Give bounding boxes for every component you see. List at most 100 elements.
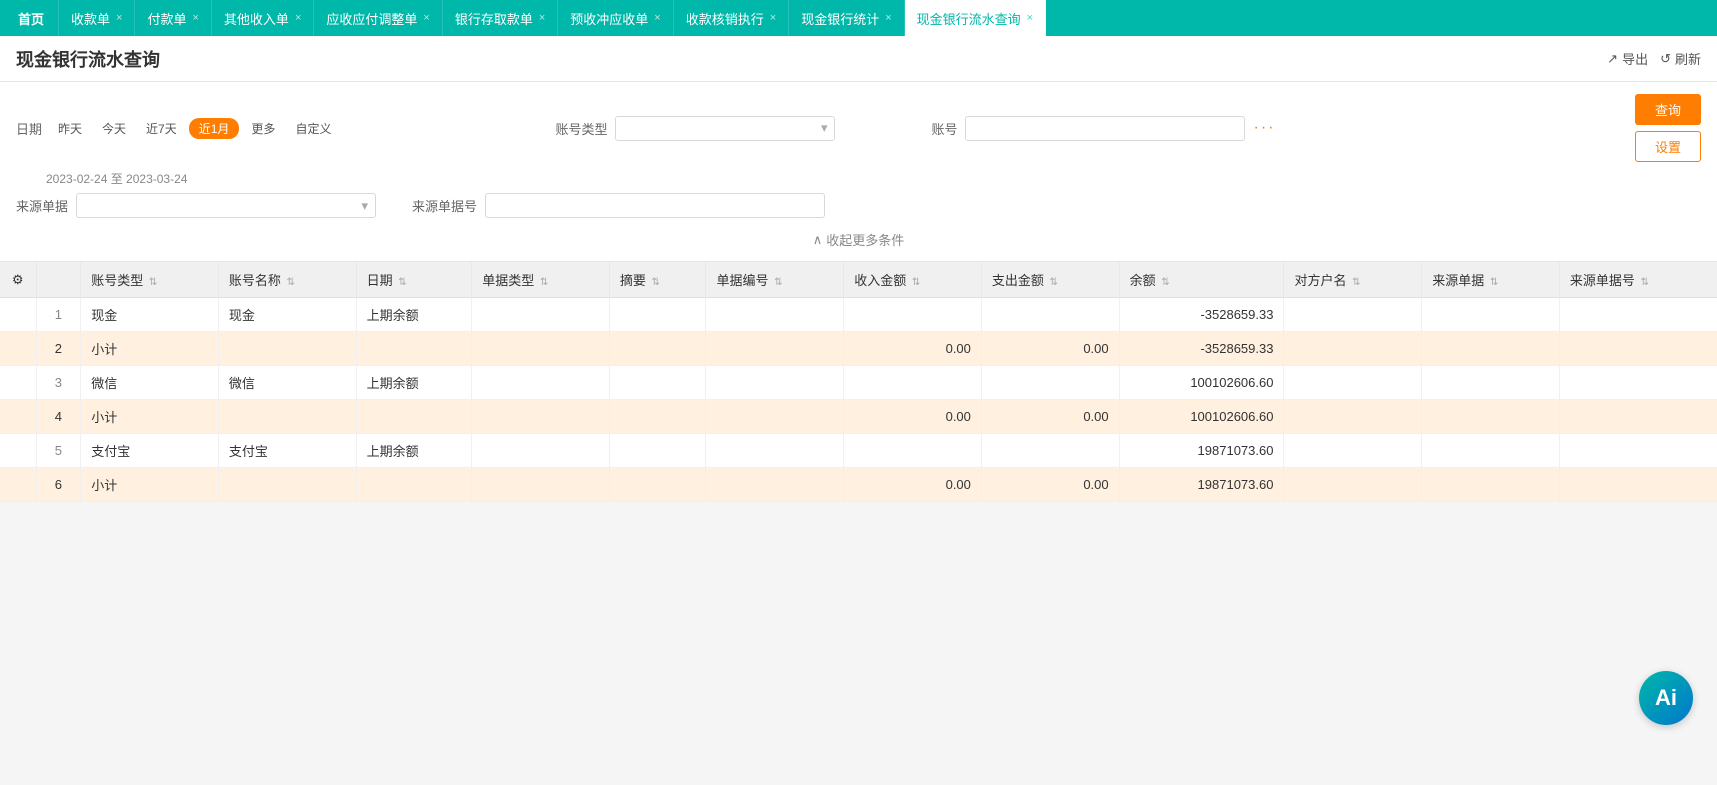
nav-tab-shoukuanhexiao[interactable]: 收款核销执行 ×	[674, 0, 789, 36]
table-cell: 上期余额	[356, 366, 472, 400]
collapse-bar[interactable]: ∧ 收起更多条件	[16, 226, 1701, 253]
table-cell	[218, 468, 356, 502]
table-cell: 1	[36, 298, 81, 332]
source-doc-no-column-header[interactable]: 来源单据号 ⇅	[1559, 262, 1717, 298]
table-cell: 5	[36, 434, 81, 468]
sort-icon: ⇅	[912, 277, 920, 288]
table-cell	[0, 366, 36, 400]
source-doc-no-input[interactable]	[485, 193, 825, 218]
refresh-icon: ↺	[1660, 51, 1671, 67]
source-doc-filter-group: 来源单据	[16, 193, 376, 218]
table-cell: 现金	[218, 298, 356, 332]
table-cell	[218, 400, 356, 434]
income-column-header[interactable]: 收入金额 ⇅	[844, 262, 982, 298]
close-icon[interactable]: ×	[770, 12, 776, 24]
doc-no-column-header[interactable]: 单据编号 ⇅	[706, 262, 844, 298]
nav-tab-shoudan[interactable]: 收款单 ×	[59, 0, 135, 36]
export-button[interactable]: ↗ 导出	[1607, 49, 1648, 68]
source-doc-no-filter-group: 来源单据号	[412, 193, 825, 218]
close-icon[interactable]: ×	[423, 12, 429, 24]
table-cell: 现金	[81, 298, 219, 332]
table-cell	[472, 434, 610, 468]
settings-button[interactable]: 设置	[1635, 131, 1701, 162]
sort-icon: ⇅	[540, 277, 548, 288]
sort-icon: ⇅	[1050, 277, 1058, 288]
sort-icon: ⇅	[398, 277, 406, 288]
table-cell	[1284, 366, 1422, 400]
ai-assistant-button[interactable]: Ai	[1639, 671, 1693, 725]
account-dots-button[interactable]: ···	[1253, 119, 1275, 137]
nav-tab-xianjiinyhangtongji[interactable]: 现金银行统计 ×	[789, 0, 904, 36]
summary-column-header[interactable]: 摘要 ⇅	[609, 262, 706, 298]
nav-tab-qitashourdan[interactable]: 其他收入单 ×	[212, 0, 314, 36]
close-icon[interactable]: ×	[116, 12, 122, 24]
chevron-up-icon: ∧	[813, 232, 823, 248]
filter-area: 日期 昨天 今天 近7天 近1月 更多 自定义 账号类型 账号 ···	[0, 82, 1717, 262]
table-cell	[981, 366, 1119, 400]
nav-tab-yushou[interactable]: 预收冲应收单 ×	[558, 0, 673, 36]
balance-column-header[interactable]: 余额 ⇅	[1119, 262, 1284, 298]
button-group: 查询 设置	[1635, 94, 1701, 162]
account-type-label: 账号类型	[555, 119, 607, 138]
table-cell: 微信	[81, 366, 219, 400]
date-7days[interactable]: 近7天	[138, 118, 185, 139]
table-cell: 0.00	[844, 400, 982, 434]
nav-home[interactable]: 首页	[4, 0, 59, 36]
table-cell	[706, 298, 844, 332]
table-row: 2小计0.000.00-3528659.33	[0, 332, 1717, 366]
table-cell: 支付宝	[218, 434, 356, 468]
table-cell	[1284, 298, 1422, 332]
top-nav: 首页 收款单 × 付款单 × 其他收入单 × 应收应付调整单 × 银行存取款单 …	[0, 0, 1717, 36]
table-cell	[356, 400, 472, 434]
table-cell	[981, 298, 1119, 332]
nav-tab-fukudan[interactable]: 付款单 ×	[135, 0, 211, 36]
table-cell: 3	[36, 366, 81, 400]
date-column-header[interactable]: 日期 ⇅	[356, 262, 472, 298]
close-icon[interactable]: ×	[654, 12, 660, 24]
date-today[interactable]: 今天	[94, 118, 134, 139]
table-cell: 0.00	[981, 468, 1119, 502]
date-more[interactable]: 更多	[243, 118, 283, 139]
date-yesterday[interactable]: 昨天	[50, 118, 90, 139]
table-cell	[1422, 332, 1560, 366]
table-cell	[1422, 298, 1560, 332]
export-icon: ↗	[1607, 51, 1618, 67]
date-range-display: 2023-02-24 至 2023-03-24	[46, 172, 187, 186]
table-cell	[0, 468, 36, 502]
account-input[interactable]	[965, 116, 1245, 141]
date-custom[interactable]: 自定义	[287, 118, 339, 139]
date-1month[interactable]: 近1月	[189, 118, 240, 139]
account-type-column-header[interactable]: 账号类型 ⇅	[81, 262, 219, 298]
close-icon[interactable]: ×	[192, 12, 198, 24]
table-cell: -3528659.33	[1119, 298, 1284, 332]
table-cell	[472, 298, 610, 332]
close-icon[interactable]: ×	[539, 12, 545, 24]
account-type-select[interactable]	[615, 116, 835, 141]
refresh-button[interactable]: ↺ 刷新	[1660, 49, 1701, 68]
table-cell: 0.00	[981, 400, 1119, 434]
page-header: 现金银行流水查询 ↗ 导出 ↺ 刷新	[0, 36, 1717, 82]
account-name-column-header[interactable]: 账号名称 ⇅	[218, 262, 356, 298]
source-doc-column-header[interactable]: 来源单据 ⇅	[1422, 262, 1560, 298]
table-cell	[1559, 400, 1717, 434]
close-icon[interactable]: ×	[885, 12, 891, 24]
table-cell: 100102606.60	[1119, 400, 1284, 434]
expense-column-header[interactable]: 支出金额 ⇅	[981, 262, 1119, 298]
source-doc-select[interactable]	[76, 193, 376, 218]
doc-type-column-header[interactable]: 单据类型 ⇅	[472, 262, 610, 298]
sort-icon: ⇅	[1352, 277, 1360, 288]
query-button[interactable]: 查询	[1635, 94, 1701, 125]
close-icon[interactable]: ×	[295, 12, 301, 24]
nav-tab-liushui[interactable]: 现金银行流水查询 ×	[905, 0, 1046, 36]
table-cell	[218, 332, 356, 366]
table-cell: 0.00	[844, 332, 982, 366]
table-cell: 小计	[81, 400, 219, 434]
counterpart-column-header[interactable]: 对方户名 ⇅	[1284, 262, 1422, 298]
table-header-row: ⚙ 账号类型 ⇅ 账号名称 ⇅ 日期 ⇅ 单据类型 ⇅ 摘要 ⇅ 单据编号 ⇅ …	[0, 262, 1717, 298]
nav-tab-yinhangcuqu[interactable]: 银行存取款单 ×	[443, 0, 558, 36]
table-cell	[1559, 468, 1717, 502]
gear-column-header[interactable]: ⚙	[0, 262, 36, 298]
close-icon-active[interactable]: ×	[1027, 12, 1033, 24]
nav-tab-yingshouyingfu[interactable]: 应收应付调整单 ×	[314, 0, 442, 36]
source-doc-select-wrapper	[76, 193, 376, 218]
